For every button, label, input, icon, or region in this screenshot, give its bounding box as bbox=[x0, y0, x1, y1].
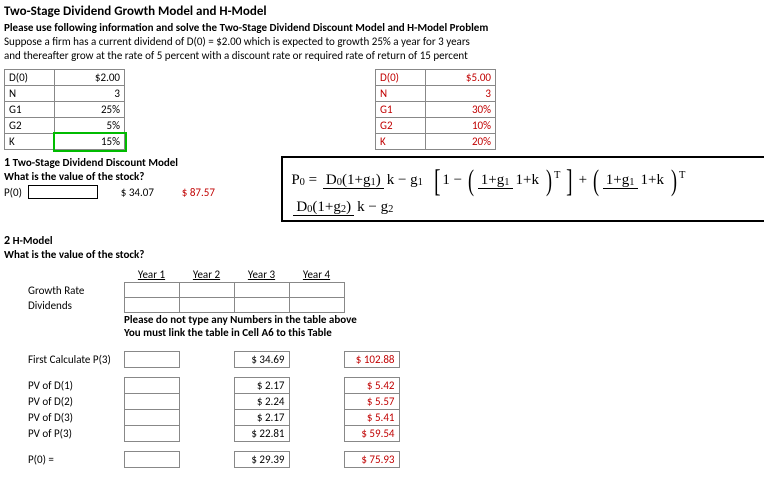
k-label: K bbox=[5, 134, 55, 150]
dividends-y3[interactable] bbox=[234, 298, 289, 313]
pvp3-value-1: $ 22.81 bbox=[234, 426, 289, 442]
d0-label: D(0) bbox=[5, 70, 55, 86]
growth-rate-y3[interactable] bbox=[234, 283, 289, 298]
section-2-question: What is the value of the stock? bbox=[4, 248, 764, 261]
pvp3-value-2: $ 59.54 bbox=[344, 426, 399, 442]
growth-rate-y2[interactable] bbox=[179, 283, 234, 298]
first-calc-p3-label: First Calculate P(3) bbox=[24, 352, 124, 368]
pvd2-input[interactable] bbox=[124, 394, 179, 410]
pvd1-input[interactable] bbox=[124, 378, 179, 394]
formula-box: P0 = D0(1+g1)k − g1 [1 − (1+g11+k)T ] + … bbox=[281, 156, 764, 222]
dividends-y2[interactable] bbox=[179, 298, 234, 313]
k-label-b: K bbox=[376, 134, 426, 150]
p0-input[interactable] bbox=[28, 185, 98, 199]
year-3-header: Year 3 bbox=[234, 267, 289, 283]
p0-final-value-1: $ 29.39 bbox=[234, 452, 289, 468]
g2-value[interactable]: 5% bbox=[55, 118, 125, 134]
section-2-title: H-Model bbox=[13, 234, 53, 247]
year-1-header: Year 1 bbox=[124, 267, 179, 283]
pvp3-label: PV of P(3) bbox=[24, 426, 124, 442]
pvd3-value-1: $ 2.17 bbox=[234, 410, 289, 426]
p0-final-input[interactable] bbox=[124, 452, 179, 468]
k-value[interactable]: 15% bbox=[55, 134, 125, 150]
fcp3-value-1: $ 34.69 bbox=[234, 352, 289, 368]
p0-final-label: P(0) = bbox=[24, 452, 124, 468]
pvd1-label: PV of D(1) bbox=[24, 378, 124, 394]
g2-label-b: G2 bbox=[376, 118, 426, 134]
inputs-table-a[interactable]: D(0)$2.00 N3 G125% G25% K15% bbox=[4, 69, 125, 150]
year-table[interactable]: Year 1 Year 2 Year 3 Year 4 Growth Rate … bbox=[24, 267, 345, 313]
pvd2-value-1: $ 2.24 bbox=[234, 394, 289, 410]
fcp3-input[interactable] bbox=[124, 352, 179, 368]
pvd1-value-2: $ 5.42 bbox=[344, 378, 399, 394]
dividends-y1[interactable] bbox=[124, 298, 179, 313]
inputs-table-b[interactable]: D(0)$5.00 N3 G130% G210% K20% bbox=[375, 69, 496, 150]
pvd1-value-1: $ 2.17 bbox=[234, 378, 289, 394]
d0-label-b: D(0) bbox=[376, 70, 426, 86]
assumption-2: and thereafter grow at the rate of 5 per… bbox=[4, 49, 764, 62]
p0-answer-1: $ 34.07 bbox=[104, 186, 154, 199]
g1-value[interactable]: 25% bbox=[55, 102, 125, 118]
d0-value[interactable]: $2.00 bbox=[55, 70, 125, 86]
d0-value-b[interactable]: $5.00 bbox=[426, 70, 496, 86]
k-value-b[interactable]: 20% bbox=[426, 134, 496, 150]
g1-value-b[interactable]: 30% bbox=[426, 102, 496, 118]
g2-value-b[interactable]: 10% bbox=[426, 118, 496, 134]
g2-label: G2 bbox=[5, 118, 55, 134]
growth-rate-y4[interactable] bbox=[289, 283, 344, 298]
section-1-title: Two-Stage Dividend Discount Model bbox=[13, 156, 178, 169]
subtitle: Please use following information and sol… bbox=[4, 21, 764, 34]
pvd2-value-2: $ 5.57 bbox=[344, 394, 399, 410]
p0-answer-2: $ 87.57 bbox=[160, 186, 215, 199]
dividends-label: Dividends bbox=[24, 298, 124, 313]
year-4-header: Year 4 bbox=[289, 267, 344, 283]
pvd3-input[interactable] bbox=[124, 410, 179, 426]
section-2-num: 2 bbox=[4, 234, 10, 248]
dividends-y4[interactable] bbox=[289, 298, 344, 313]
growth-rate-label: Growth Rate bbox=[24, 283, 124, 298]
year-2-header: Year 2 bbox=[179, 267, 234, 283]
pvd3-value-2: $ 5.41 bbox=[344, 410, 399, 426]
section-1-question: What is the value of the stock? bbox=[4, 170, 281, 183]
calc-table: First Calculate P(3) $ 34.69 $ 102.88 PV… bbox=[24, 351, 400, 468]
note-2: You must link the table in Cell A6 to th… bbox=[124, 326, 764, 339]
section-1-num: 1 bbox=[4, 156, 10, 170]
p0-label: P(0) bbox=[4, 186, 22, 199]
page-title: Two-Stage Dividend Growth Model and H-Mo… bbox=[4, 4, 764, 19]
g1-label-b: G1 bbox=[376, 102, 426, 118]
p0-final-value-2: $ 75.93 bbox=[344, 452, 399, 468]
n-value-b[interactable]: 3 bbox=[426, 86, 496, 102]
g1-label: G1 bbox=[5, 102, 55, 118]
pvp3-input[interactable] bbox=[124, 426, 179, 442]
note-1: Please do not type any Numbers in the ta… bbox=[124, 313, 764, 326]
assumption-1: Suppose a firm has a current dividend of… bbox=[4, 35, 764, 48]
pvd2-label: PV of D(2) bbox=[24, 394, 124, 410]
n-value[interactable]: 3 bbox=[55, 86, 125, 102]
n-label: N bbox=[5, 86, 55, 102]
growth-rate-y1[interactable] bbox=[124, 283, 179, 298]
n-label-b: N bbox=[376, 86, 426, 102]
pvd3-label: PV of D(3) bbox=[24, 410, 124, 426]
fcp3-value-2: $ 102.88 bbox=[344, 352, 399, 368]
